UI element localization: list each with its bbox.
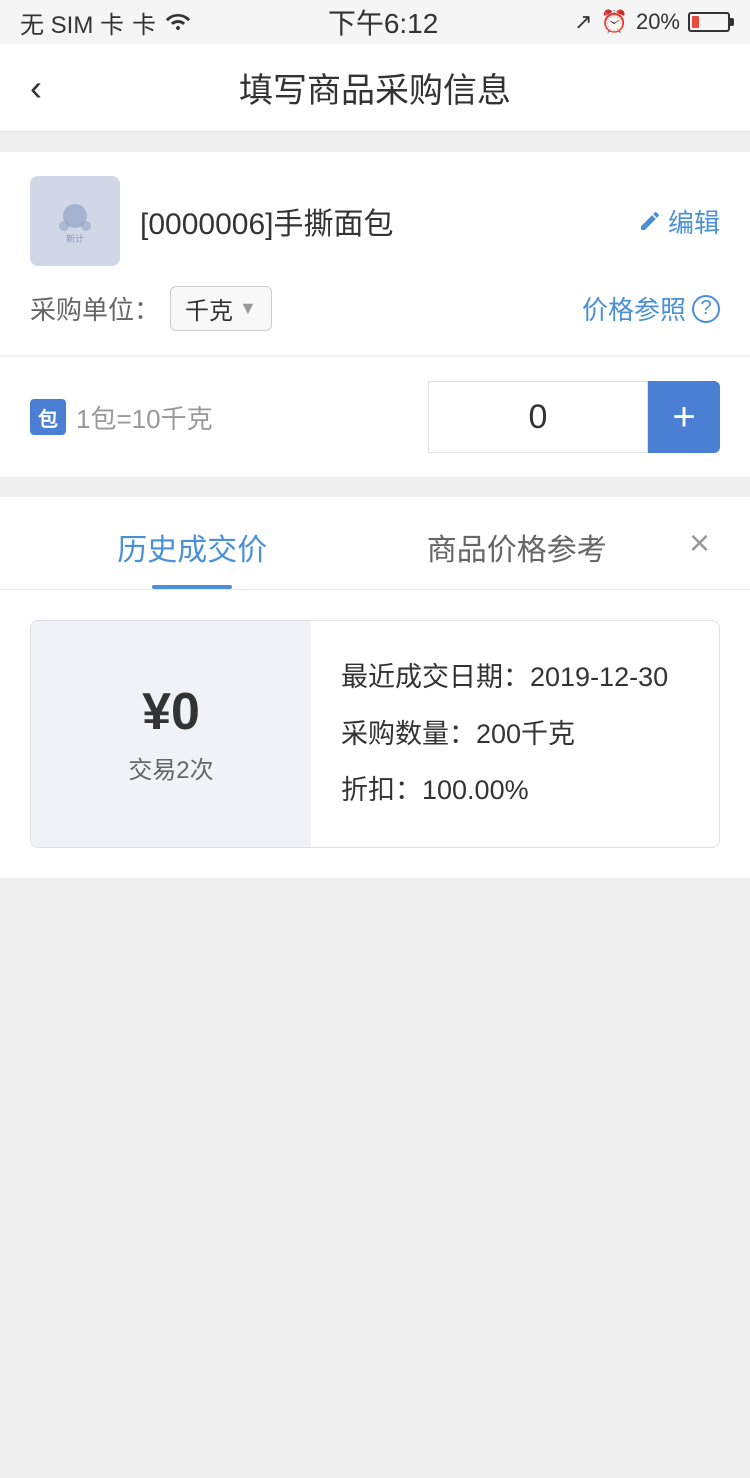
price-card: ¥0 交易2次 最近成交日期：2019-12-30 采购数量：200千克 折扣：… [30, 620, 720, 848]
recent-date-label: 最近成交日期： [341, 662, 530, 692]
recent-date-value: 2019-12-30 [530, 662, 668, 692]
svg-text:新计: 新计 [66, 233, 84, 244]
sim-icon: 卡 [132, 5, 156, 40]
page-footer [0, 878, 750, 1478]
bag-label: 包 1包=10千克 [30, 399, 213, 436]
unit-row: 采购单位： 千克 ▼ [30, 286, 272, 331]
back-button[interactable]: ‹ [30, 67, 42, 109]
unit-label: 采购单位： [30, 290, 160, 327]
status-bar: 无 SIM 卡 卡 下午6:12 ↗ ⏰ 20% [0, 0, 750, 44]
wifi-icon [164, 8, 192, 37]
location-icon: ↗ [574, 9, 592, 35]
quantity-control: 0 + [428, 381, 720, 453]
recent-date-row: 最近成交日期：2019-12-30 [341, 657, 689, 698]
price-amount: ¥0 [142, 682, 200, 742]
page-title: 填写商品采购信息 [239, 63, 511, 112]
product-top: 新计 [0000006]手撕面包 编辑 [30, 176, 720, 266]
tab-history-price[interactable]: 历史成交价 [30, 497, 354, 589]
status-time: 下午6:12 [328, 2, 439, 42]
discount-row: 折扣：100.00% [341, 770, 689, 811]
price-transactions: 交易2次 [128, 750, 213, 785]
battery-icon [688, 12, 730, 32]
unit-selector[interactable]: 千克 ▼ [170, 286, 272, 331]
price-tabs: 历史成交价 商品价格参考 × [0, 497, 750, 590]
quantity-input[interactable]: 0 [428, 381, 648, 453]
purchase-qty-row: 采购数量：200千克 [341, 714, 689, 755]
carrier-text: 无 SIM 卡 [20, 5, 124, 40]
product-card: 新计 [0000006]手撕面包 编辑 采购单位： 千克 ▼ 价格参照 ? [0, 152, 750, 355]
tab-history-label: 历史成交价 [117, 534, 267, 567]
edit-button[interactable]: 编辑 [638, 203, 720, 240]
purchase-qty-label: 采购数量： [341, 719, 476, 749]
quantity-section: 包 1包=10千克 0 + [0, 357, 750, 477]
tab-reference-label: 商品价格参考 [427, 534, 607, 567]
edit-label: 编辑 [668, 203, 720, 240]
purchase-qty-value: 200千克 [476, 719, 575, 749]
price-ref-label: 价格参照 [582, 290, 686, 327]
status-left: 无 SIM 卡 卡 [20, 5, 192, 40]
bag-icon: 包 [30, 399, 66, 435]
product-left: 新计 [0000006]手撕面包 [30, 176, 393, 266]
bag-unit-text: 1包=10千克 [76, 399, 213, 436]
price-right-panel: 最近成交日期：2019-12-30 采购数量：200千克 折扣：100.00% [311, 621, 719, 847]
close-button[interactable]: × [679, 512, 720, 574]
status-right: ↗ ⏰ 20% [574, 9, 730, 35]
discount-value: 100.00% [422, 775, 529, 805]
product-thumbnail: 新计 [30, 176, 120, 266]
price-left-panel: ¥0 交易2次 [31, 621, 311, 847]
product-name: [0000006]手撕面包 [140, 199, 393, 243]
nav-bar: ‹ 填写商品采购信息 [0, 44, 750, 132]
battery-percent: 20% [636, 9, 680, 35]
info-icon: ? [692, 295, 720, 323]
price-card-wrap: ¥0 交易2次 最近成交日期：2019-12-30 采购数量：200千克 折扣：… [0, 590, 750, 878]
price-panel: 历史成交价 商品价格参考 × ¥0 交易2次 最近成交日期：2019-12-30… [0, 497, 750, 878]
quantity-plus-button[interactable]: + [648, 381, 720, 453]
price-reference-button[interactable]: 价格参照 ? [582, 290, 720, 327]
tab-price-reference[interactable]: 商品价格参考 [354, 497, 678, 589]
discount-label: 折扣： [341, 775, 422, 805]
dropdown-icon: ▼ [239, 298, 257, 319]
bag-icon-text: 包 [38, 403, 58, 432]
product-bottom: 采购单位： 千克 ▼ 价格参照 ? [30, 286, 720, 331]
unit-value: 千克 [185, 291, 233, 326]
alarm-icon: ⏰ [601, 9, 628, 35]
